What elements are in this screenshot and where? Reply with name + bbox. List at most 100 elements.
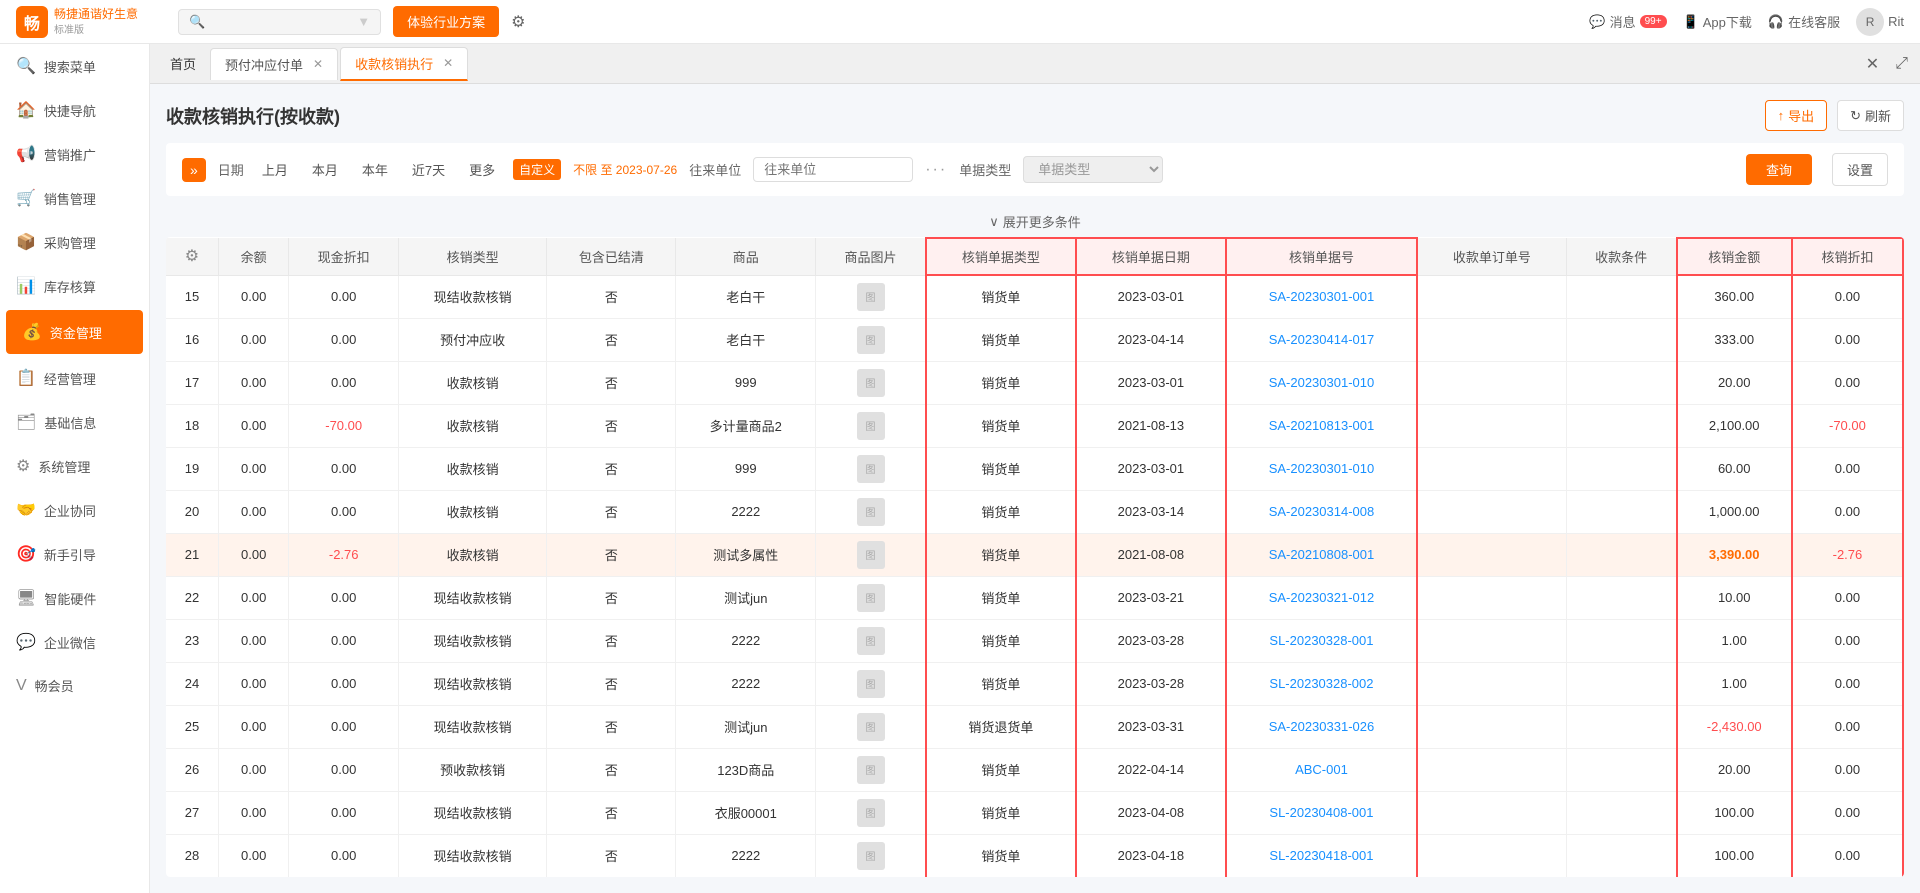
td-doc-date: 2023-04-18 (1076, 834, 1226, 877)
sidebar-item-wechat[interactable]: 💬 企业微信 (0, 620, 149, 664)
tab-collection-close[interactable]: ✕ (443, 56, 453, 70)
td-cash-discount: 0.00 (289, 705, 398, 748)
td-product: 测试jun (676, 705, 816, 748)
filter-toggle-btn[interactable]: » (182, 158, 206, 182)
service-btn[interactable]: 🎧 在线客服 (1768, 12, 1840, 31)
td-cancel-amount: 10.00 (1677, 576, 1792, 619)
td-product-img: 图 (816, 533, 926, 576)
sidebar-item-system[interactable]: ⚙ 系统管理 (0, 444, 149, 488)
td-doc-no[interactable]: SL-20230328-002 (1226, 662, 1417, 705)
td-doc-no[interactable]: SA-20230301-010 (1226, 361, 1417, 404)
app-download-btn[interactable]: 📱 App下载 (1683, 12, 1752, 31)
td-doc-no[interactable]: SA-20230321-012 (1226, 576, 1417, 619)
message-btn[interactable]: 💬 消息 99+ (1589, 12, 1666, 31)
td-cancel-type: 收款核销 (398, 490, 546, 533)
td-doc-no[interactable]: SA-20230414-017 (1226, 318, 1417, 361)
td-cancel-discount: 0.00 (1792, 318, 1903, 361)
th-cancel-type: 核销类型 (398, 238, 546, 275)
sidebar-item-guide[interactable]: 🎯 新手引导 (0, 532, 149, 576)
sidebar-item-collab[interactable]: 🤝 企业协同 (0, 488, 149, 532)
td-doc-no[interactable]: SA-20230314-008 (1226, 490, 1417, 533)
td-product: 123D商品 (676, 748, 816, 791)
sidebar-item-operation[interactable]: 📋 经营管理 (0, 356, 149, 400)
td-receipt-order-no (1417, 705, 1566, 748)
td-cancel-amount: 3,390.00 (1677, 533, 1792, 576)
gear-icon[interactable]: ⚙ (511, 12, 525, 32)
th-settings[interactable]: ⚙ (166, 238, 218, 275)
top-search-box[interactable]: 🔍 ▼ (178, 9, 381, 35)
export-btn[interactable]: ↑ 导出 (1765, 100, 1828, 131)
sidebar-item-sales[interactable]: 🛒 销售管理 (0, 176, 149, 220)
td-remainder: 0.00 (218, 318, 289, 361)
td-receipt-order-no (1417, 447, 1566, 490)
td-include-settled: 否 (547, 791, 676, 834)
tab-prepay[interactable]: 预付冲应付单 ✕ (210, 48, 338, 80)
td-doc-no[interactable]: SA-20230301-010 (1226, 447, 1417, 490)
sidebar-item-purchase[interactable]: 📦 采购管理 (0, 220, 149, 264)
sidebar-item-search[interactable]: 🔍 搜索菜单 (0, 44, 149, 88)
td-doc-no[interactable]: ABC-001 (1226, 748, 1417, 791)
top-search-input[interactable] (211, 14, 351, 29)
sidebar-item-inventory[interactable]: 📊 库存核算 (0, 264, 149, 308)
td-receipt-condition (1566, 662, 1676, 705)
td-product: 老白干 (676, 275, 816, 318)
td-cancel-discount: 0.00 (1792, 791, 1903, 834)
from-input[interactable] (753, 157, 913, 182)
td-cash-discount: 0.00 (289, 490, 398, 533)
td-doc-no[interactable]: SL-20230408-001 (1226, 791, 1417, 834)
td-row-no: 22 (166, 576, 218, 619)
user-info[interactable]: R Rit (1856, 8, 1904, 36)
td-doc-type: 销货单 (926, 361, 1076, 404)
td-doc-type: 销货单 (926, 447, 1076, 490)
date-label: 日期 (218, 160, 244, 179)
td-row-no: 21 (166, 533, 218, 576)
industry-btn[interactable]: 体验行业方案 (393, 6, 499, 37)
date-this-year-btn[interactable]: 本年 (356, 158, 394, 181)
type-select[interactable]: 单据类型 (1023, 156, 1163, 183)
date-custom-btn[interactable]: 自定义 (513, 159, 561, 180)
date-last-month-btn[interactable]: 上月 (256, 158, 294, 181)
tab-prepay-close[interactable]: ✕ (313, 57, 323, 71)
td-remainder: 0.00 (218, 275, 289, 318)
sidebar-item-marketing[interactable]: 📢 营销推广 (0, 132, 149, 176)
wechat-icon: 💬 (16, 632, 36, 652)
sidebar-item-member[interactable]: V 畅会员 (0, 664, 149, 707)
date-more-btn[interactable]: 更多 (463, 158, 501, 181)
td-doc-no[interactable]: SL-20230418-001 (1226, 834, 1417, 877)
th-include-settled: 包含已结清 (547, 238, 676, 275)
td-doc-no[interactable]: SA-20210808-001 (1226, 533, 1417, 576)
date-this-month-btn[interactable]: 本月 (306, 158, 344, 181)
td-receipt-order-no (1417, 533, 1566, 576)
tab-bar: 首页 预付冲应付单 ✕ 收款核销执行 ✕ ✕ ⤢ (150, 44, 1920, 84)
expand-more-btn[interactable]: ∨ 展开更多条件 (166, 206, 1904, 237)
th-cash-discount: 现金折扣 (289, 238, 398, 275)
tab-bar-actions: ✕ ⤢ (1862, 50, 1912, 78)
td-cancel-amount: 100.00 (1677, 791, 1792, 834)
td-cash-discount: 0.00 (289, 361, 398, 404)
sidebar-item-finance[interactable]: 💰 资金管理 (6, 310, 143, 354)
filter-settings-btn[interactable]: 设置 (1832, 153, 1888, 186)
td-cancel-amount: 20.00 (1677, 361, 1792, 404)
maximize-btn[interactable]: ⤢ (1891, 51, 1912, 77)
td-doc-type: 销货单 (926, 619, 1076, 662)
sidebar-item-hardware[interactable]: 🖥 智能硬件 (0, 576, 149, 620)
td-doc-no[interactable]: SA-20230331-026 (1226, 705, 1417, 748)
refresh-btn[interactable]: ↻ 刷新 (1837, 100, 1904, 131)
sidebar-item-basic[interactable]: 🗂 基础信息 (0, 400, 149, 444)
tab-collection[interactable]: 收款核销执行 ✕ (340, 47, 468, 81)
td-product: 2222 (676, 490, 816, 533)
date-7days-btn[interactable]: 近7天 (406, 158, 451, 181)
td-doc-no[interactable]: SA-20210813-001 (1226, 404, 1417, 447)
query-btn[interactable]: 查询 (1746, 154, 1812, 185)
td-remainder: 0.00 (218, 834, 289, 877)
tab-home[interactable]: 首页 (158, 48, 208, 79)
td-doc-no[interactable]: SA-20230301-001 (1226, 275, 1417, 318)
td-cancel-type: 现结收款核销 (398, 275, 546, 318)
close-all-btn[interactable]: ✕ (1862, 50, 1883, 78)
td-receipt-order-no (1417, 404, 1566, 447)
td-doc-no[interactable]: SL-20230328-001 (1226, 619, 1417, 662)
td-receipt-condition (1566, 705, 1676, 748)
sidebar-item-nav[interactable]: 🏠 快捷导航 (0, 88, 149, 132)
th-doc-date: 核销单据日期 (1076, 238, 1226, 275)
td-row-no: 23 (166, 619, 218, 662)
